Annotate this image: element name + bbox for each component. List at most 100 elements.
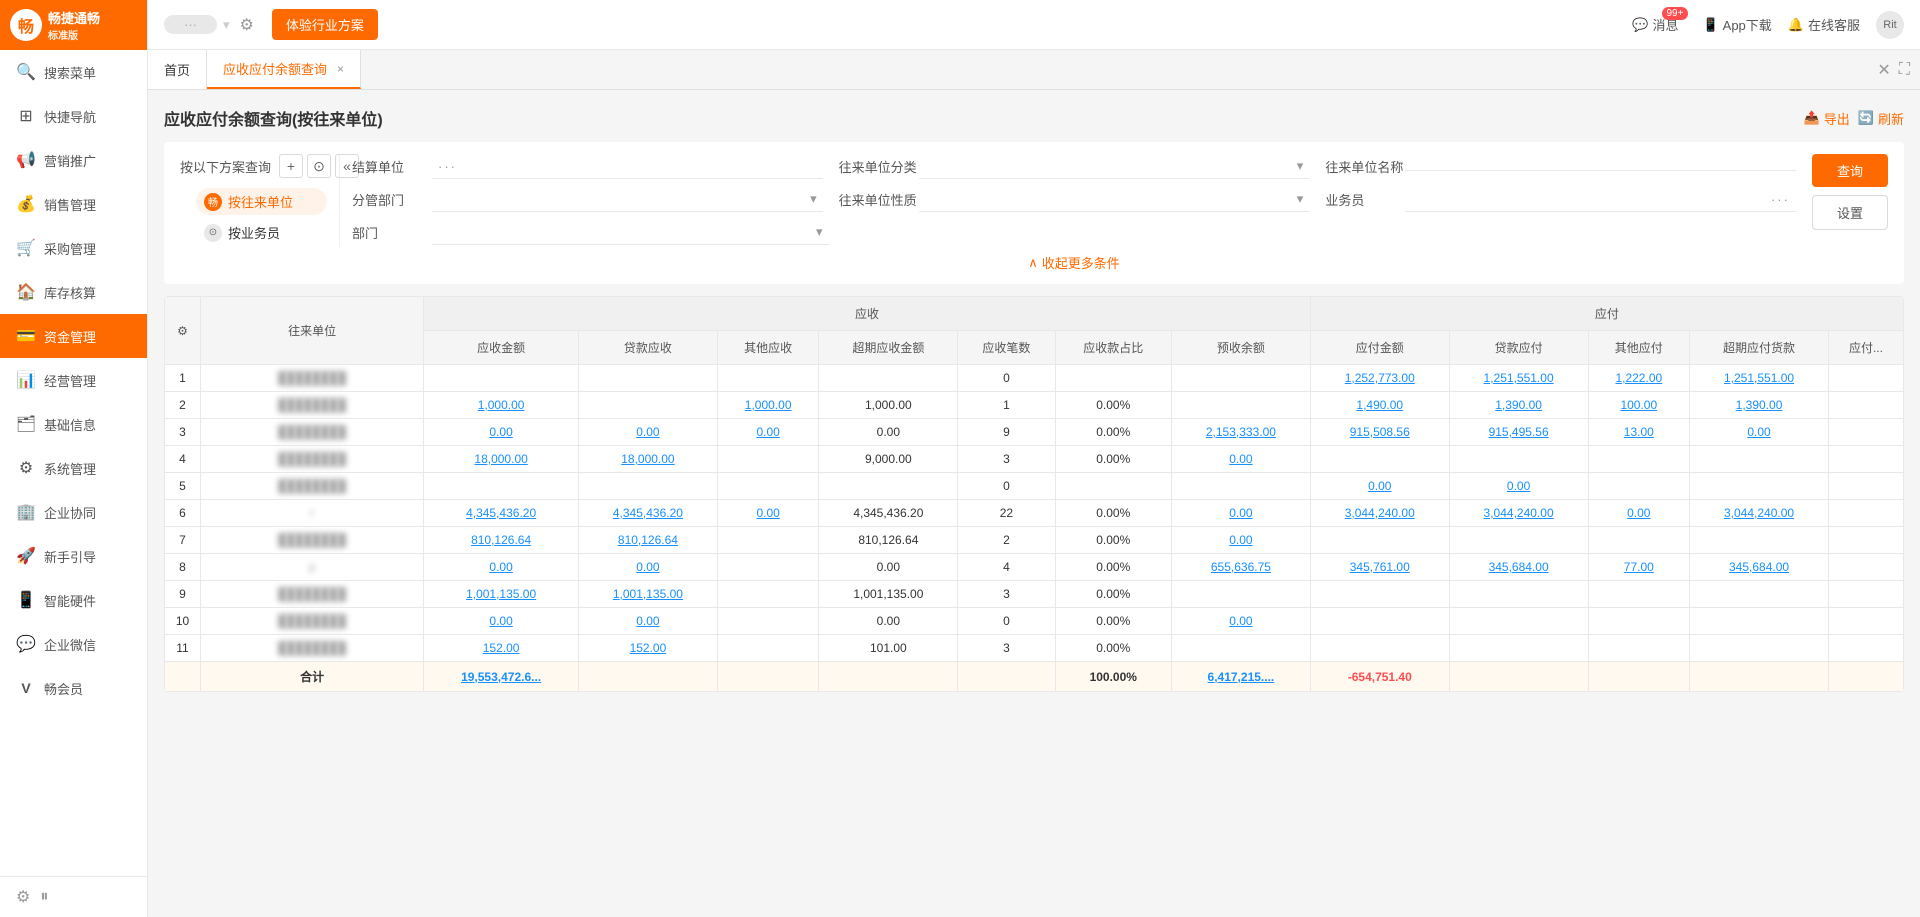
row-ar-loan[interactable]: 18,000.00	[579, 446, 718, 473]
row-ap-loan[interactable]: 345,684.00	[1449, 554, 1588, 581]
total-ar-prepaid[interactable]: 6,417,215....	[1171, 662, 1310, 692]
row-ar-other[interactable]: 1,000.00	[717, 392, 819, 419]
sidebar-item-hardware[interactable]: 📱 智能硬件	[0, 578, 147, 622]
row-ap-overdue[interactable]: 3,044,240.00	[1690, 500, 1829, 527]
row-partner: ████████	[201, 581, 424, 608]
dept2-input[interactable]: ▾	[432, 220, 829, 245]
dept-input[interactable]: ▾	[432, 187, 823, 212]
tab-home[interactable]: 首页	[148, 50, 207, 89]
row-ap-overdue[interactable]: 345,684.00	[1690, 554, 1829, 581]
settings-button[interactable]: 设置	[1812, 195, 1888, 230]
row-ar-other[interactable]: 0.00	[717, 419, 819, 446]
dropdown-arrow[interactable]: ▾	[223, 17, 230, 33]
row-ar-loan[interactable]: 4,345,436.20	[579, 500, 718, 527]
row-ar-amount[interactable]: 1,000.00	[424, 392, 579, 419]
maximize-icon[interactable]: ⛶	[1899, 61, 1910, 79]
row-ar-loan[interactable]: 0.00	[579, 419, 718, 446]
row-ar-amount[interactable]: 4,345,436.20	[424, 500, 579, 527]
row-ar-other[interactable]: 0.00	[717, 500, 819, 527]
sidebar-item-operations[interactable]: 📊 经营管理	[0, 358, 147, 402]
salesman-input[interactable]: ···	[1405, 188, 1796, 212]
row-ar-loan[interactable]: 152.00	[579, 635, 718, 662]
filter-options: 畅 按往来单位 ⊙ 按业务员	[196, 188, 327, 246]
row-ar-loan[interactable]: 0.00	[579, 554, 718, 581]
row-ar-loan[interactable]: 0.00	[579, 608, 718, 635]
total-ar-amount[interactable]: 19,553,472.6...	[424, 662, 579, 692]
row-ar-loan[interactable]: 1,001,135.00	[579, 581, 718, 608]
row-ar-prepaid[interactable]: 0.00	[1171, 500, 1310, 527]
sidebar-item-wechat[interactable]: 💬 企业微信	[0, 622, 147, 666]
add-filter-btn[interactable]: +	[279, 154, 303, 178]
row-ar-prepaid[interactable]: 0.00	[1171, 527, 1310, 554]
topbar-gear-icon[interactable]: ⚙	[240, 15, 254, 35]
row-ap-amount[interactable]: 345,761.00	[1310, 554, 1449, 581]
row-ap-loan[interactable]: 1,390.00	[1449, 392, 1588, 419]
table-gear-icon[interactable]: ⚙	[177, 324, 188, 338]
partner-nature-input[interactable]: ▾	[919, 187, 1310, 212]
row-ar-amount[interactable]: 0.00	[424, 554, 579, 581]
row-ar-loan[interactable]: 810,126.64	[579, 527, 718, 554]
message-btn[interactable]: 💬 消息 99+	[1632, 15, 1678, 34]
row-ap-loan[interactable]: 1,251,551.00	[1449, 365, 1588, 392]
filter-option-partner[interactable]: 畅 按往来单位	[196, 188, 327, 215]
sidebar-item-system[interactable]: ⚙ 系统管理	[0, 446, 147, 490]
sidebar-item-guide[interactable]: 🚀 新手引导	[0, 534, 147, 578]
row-ar-prepaid[interactable]: 2,153,333.00	[1171, 419, 1310, 446]
row-ap-amount[interactable]: 0.00	[1310, 473, 1449, 500]
partner-category-input[interactable]: ▾	[919, 154, 1310, 179]
sidebar-item-nav[interactable]: ⊞ 快捷导航	[0, 94, 147, 138]
sidebar-item-finance[interactable]: 💳 资金管理	[0, 314, 147, 358]
sidebar-item-member[interactable]: V 畅会员	[0, 666, 147, 710]
sidebar-item-enterprise[interactable]: 🏢 企业协同	[0, 490, 147, 534]
sidebar-item-purchase[interactable]: 🛒 采购管理	[0, 226, 147, 270]
refresh-btn[interactable]: 🔄 刷新	[1858, 109, 1904, 128]
sidebar-item-search[interactable]: 🔍 搜索菜单	[0, 50, 147, 94]
row-ar-amount[interactable]: 152.00	[424, 635, 579, 662]
user-avatar[interactable]: Rit	[1876, 11, 1904, 39]
row-ar-amount[interactable]: 0.00	[424, 608, 579, 635]
row-ar-amount[interactable]: 18,000.00	[424, 446, 579, 473]
row-ap-amount[interactable]: 1,490.00	[1310, 392, 1449, 419]
row-ap-amount[interactable]: 3,044,240.00	[1310, 500, 1449, 527]
trial-btn[interactable]: 体验行业方案	[272, 9, 378, 40]
row-ar-amount[interactable]: 810,126.64	[424, 527, 579, 554]
row-ap-loan[interactable]: 0.00	[1449, 473, 1588, 500]
service-btn[interactable]: 🔔 在线客服	[1788, 15, 1860, 34]
row-ap-other[interactable]: 100.00	[1588, 392, 1690, 419]
filter-option-salesman[interactable]: ⊙ 按业务员	[196, 219, 327, 246]
sidebar-item-warehouse[interactable]: 🏠 库存核算	[0, 270, 147, 314]
row-ap-other[interactable]: 1,222.00	[1588, 365, 1690, 392]
settings-icon[interactable]: ⚙	[16, 887, 30, 907]
close-window-icon[interactable]: ✕	[1877, 60, 1890, 80]
row-ap-overdue[interactable]: 1,251,551.00	[1690, 365, 1829, 392]
sidebar-item-basic[interactable]: 🗂 基础信息	[0, 402, 147, 446]
tab-ar-query[interactable]: 应收应付余额查询 ×	[207, 50, 361, 89]
row-ap-overdue[interactable]: 0.00	[1690, 419, 1829, 446]
app-download-btn[interactable]: 📱 App下载	[1702, 15, 1771, 34]
collapse-more-btn[interactable]: ∧ 收起更多条件	[352, 253, 1796, 272]
row-ar-prepaid[interactable]: 0.00	[1171, 446, 1310, 473]
row-ap-overdue	[1690, 473, 1829, 500]
row-ap-other[interactable]: 77.00	[1588, 554, 1690, 581]
filter-settings-btn[interactable]: ⊙	[307, 154, 331, 178]
row-ap-loan[interactable]: 3,044,240.00	[1449, 500, 1588, 527]
query-button[interactable]: 查询	[1812, 154, 1888, 187]
row-ar-amount[interactable]: 0.00	[424, 419, 579, 446]
salesman-field: 业务员 ···	[1325, 188, 1796, 212]
tab-close-icon[interactable]: ×	[337, 62, 344, 76]
row-ap-overdue[interactable]: 1,390.00	[1690, 392, 1829, 419]
row-ap-other[interactable]: 13.00	[1588, 419, 1690, 446]
row-ar-amount[interactable]: 1,001,135.00	[424, 581, 579, 608]
sidebar-item-sales[interactable]: 💰 销售管理	[0, 182, 147, 226]
row-ar-prepaid[interactable]: 655,636.75	[1171, 554, 1310, 581]
settlement-unit-input[interactable]: ···	[432, 155, 823, 179]
row-ap-amount[interactable]: 1,252,773.00	[1310, 365, 1449, 392]
export-btn[interactable]: 📤 导出	[1804, 109, 1850, 128]
row-ap-other[interactable]: 0.00	[1588, 500, 1690, 527]
row-ap-amount[interactable]: 915,508.56	[1310, 419, 1449, 446]
row-ar-prepaid[interactable]: 0.00	[1171, 608, 1310, 635]
row-ap-loan[interactable]: 915,495.56	[1449, 419, 1588, 446]
sidebar-item-marketing[interactable]: 📢 营销推广	[0, 138, 147, 182]
collapse-icon[interactable]: ⏸	[40, 888, 48, 906]
partner-name-input[interactable]	[1405, 162, 1796, 171]
